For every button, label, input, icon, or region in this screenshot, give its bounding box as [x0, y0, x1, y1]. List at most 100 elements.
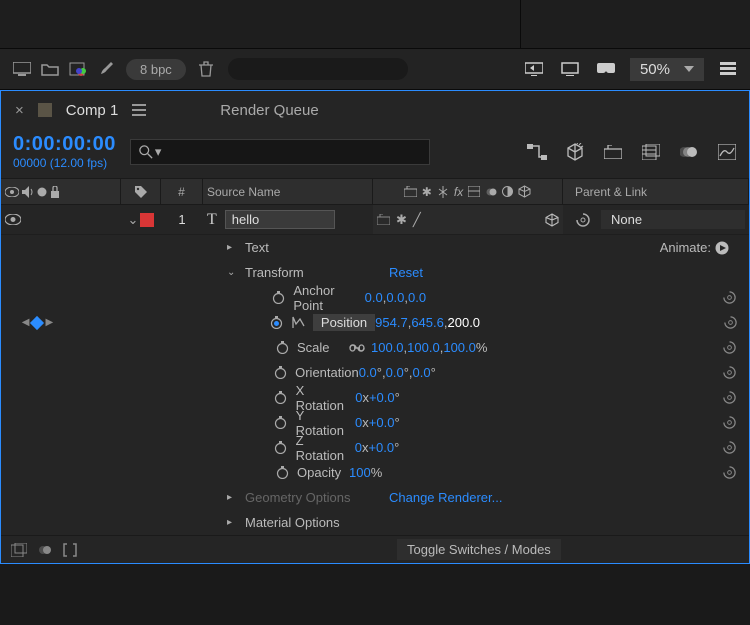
stopwatch-icon[interactable] [270, 316, 284, 330]
text-group-row[interactable]: ▸ Text Animate: [1, 235, 749, 260]
render-queue-tab[interactable]: Render Queue [220, 102, 318, 119]
scale-x[interactable]: 100.0 [371, 340, 404, 355]
stopwatch-icon[interactable] [274, 416, 288, 430]
material-options-row[interactable]: ▸ Material Options [1, 510, 749, 535]
panel-divider[interactable] [520, 0, 521, 48]
zrot-label[interactable]: Z Rotation [296, 433, 355, 463]
quality-switch[interactable]: ╱ [413, 212, 421, 228]
collapse-switch[interactable]: ✱ [396, 212, 407, 228]
comp-tab-label[interactable]: Comp 1 [66, 102, 119, 119]
fx-text-icon[interactable]: fx [454, 185, 463, 199]
audio-header-icon[interactable] [22, 186, 34, 198]
chevron-right-icon[interactable]: ▸ [227, 492, 237, 503]
position-y[interactable]: 645.6 [411, 315, 444, 330]
position-z[interactable]: 200.0 [448, 315, 481, 330]
frameblend-col-icon[interactable] [468, 186, 480, 197]
animate-button[interactable]: Animate: [660, 240, 729, 255]
pickwhip-icon[interactable] [723, 315, 738, 330]
stopwatch-icon[interactable] [274, 441, 288, 455]
eye-icon[interactable] [5, 214, 21, 225]
tab-menu-icon[interactable] [132, 104, 146, 116]
moblur-col-icon[interactable] [485, 186, 497, 198]
pickwhip-icon[interactable] [722, 340, 737, 355]
screen-icon[interactable] [10, 57, 34, 81]
orient-x[interactable]: 0.0 [359, 365, 377, 380]
graph-icon[interactable] [292, 316, 305, 329]
new-comp-icon[interactable] [66, 57, 90, 81]
yrot-deg[interactable]: +0.0 [369, 415, 395, 430]
brackets-footer-icon[interactable] [63, 543, 77, 557]
orientation-label[interactable]: Orientation [295, 365, 359, 380]
chevron-right-icon[interactable]: ▸ [227, 517, 237, 528]
parent-header[interactable]: Parent & Link [575, 185, 647, 199]
anchor-z[interactable]: 0.0 [408, 290, 426, 305]
parent-dropdown[interactable]: None [601, 210, 745, 229]
shy-col-icon[interactable] [404, 186, 417, 197]
folder-icon[interactable] [38, 57, 62, 81]
stopwatch-icon[interactable] [275, 466, 289, 480]
position-label[interactable]: Position [313, 314, 375, 331]
frame-blend-icon[interactable] [641, 142, 661, 162]
3d-col-icon[interactable] [518, 185, 531, 198]
star-col-icon[interactable]: ✱ [422, 185, 432, 199]
zoom-dropdown[interactable]: 50% [630, 58, 704, 81]
geometry-options-row[interactable]: ▸ Geometry Options Change Renderer... [1, 485, 749, 510]
close-tab-icon[interactable]: × [15, 102, 24, 119]
stack-icon[interactable] [716, 57, 740, 81]
prev-keyframe-icon[interactable]: ◀ [22, 317, 30, 328]
zrot-deg[interactable]: +0.0 [368, 440, 394, 455]
monitor-icon[interactable] [558, 57, 582, 81]
pickwhip-icon[interactable] [722, 290, 737, 305]
xrot-deg[interactable]: +0.0 [369, 390, 395, 405]
orient-y[interactable]: 0.0 [386, 365, 404, 380]
orient-z[interactable]: 0.0 [413, 365, 431, 380]
motion-blur-icon[interactable] [679, 142, 699, 162]
shy-icon[interactable] [603, 142, 623, 162]
scale-y[interactable]: 100.0 [407, 340, 440, 355]
pickwhip-icon[interactable] [722, 415, 737, 430]
reset-link[interactable]: Reset [389, 265, 423, 280]
anchor-label[interactable]: Anchor Point [293, 283, 364, 313]
layer-name[interactable]: hello [225, 210, 335, 229]
anchor-y[interactable]: 0.0 [386, 290, 404, 305]
search-input[interactable]: ▾ [130, 139, 430, 165]
toggle-switches-button[interactable]: Toggle Switches / Modes [397, 539, 561, 560]
fps-display[interactable]: 00000 (12.00 fps) [13, 156, 116, 170]
constrain-link-icon[interactable] [349, 343, 365, 353]
source-name-header[interactable]: Source Name [207, 185, 280, 199]
twirl-layer-icon[interactable]: ⌄ [128, 212, 139, 228]
chevron-down-icon[interactable]: ⌄ [227, 267, 237, 278]
pickwhip-icon[interactable] [722, 390, 737, 405]
stopwatch-icon[interactable] [274, 391, 288, 405]
anchor-x[interactable]: 0.0 [365, 290, 383, 305]
graph-editor-icon[interactable] [717, 142, 737, 162]
bpc-button[interactable]: 8 bpc [126, 59, 186, 80]
keyframe-diamond-icon[interactable] [30, 315, 44, 329]
scale-z[interactable]: 100.0 [443, 340, 476, 355]
motion-blur-footer-icon[interactable] [37, 543, 53, 557]
num-header[interactable]: # [178, 185, 185, 199]
position-x[interactable]: 954.7 [375, 315, 408, 330]
layer-color-swatch[interactable] [140, 213, 154, 227]
next-keyframe-icon[interactable]: ▶ [45, 317, 53, 328]
goggles-icon[interactable] [594, 57, 618, 81]
layer-row-1[interactable]: ⌄ 1 T hello ✱ ╱ None [1, 205, 749, 235]
screen-icon-2[interactable] [522, 57, 546, 81]
fx-col-icon[interactable] [437, 186, 449, 198]
solo-header-icon[interactable] [37, 187, 47, 197]
pickwhip-icon[interactable] [722, 440, 737, 455]
opacity-label[interactable]: Opacity [297, 465, 341, 480]
transform-group-row[interactable]: ⌄ Transform Reset [1, 260, 749, 285]
change-renderer-link[interactable]: Change Renderer... [389, 490, 502, 505]
label-header-icon[interactable] [134, 185, 148, 199]
zrot-turns[interactable]: 0 [355, 440, 362, 455]
scale-label[interactable]: Scale [297, 340, 330, 355]
pickwhip-icon[interactable] [575, 212, 591, 228]
frame-blend-footer-icon[interactable] [11, 543, 27, 557]
chevron-right-icon[interactable]: ▸ [227, 242, 237, 253]
stopwatch-icon[interactable] [273, 366, 287, 380]
pickwhip-icon[interactable] [722, 365, 737, 380]
trash-icon[interactable] [194, 57, 218, 81]
brush-icon[interactable] [94, 57, 118, 81]
opacity-val[interactable]: 100 [349, 465, 371, 480]
